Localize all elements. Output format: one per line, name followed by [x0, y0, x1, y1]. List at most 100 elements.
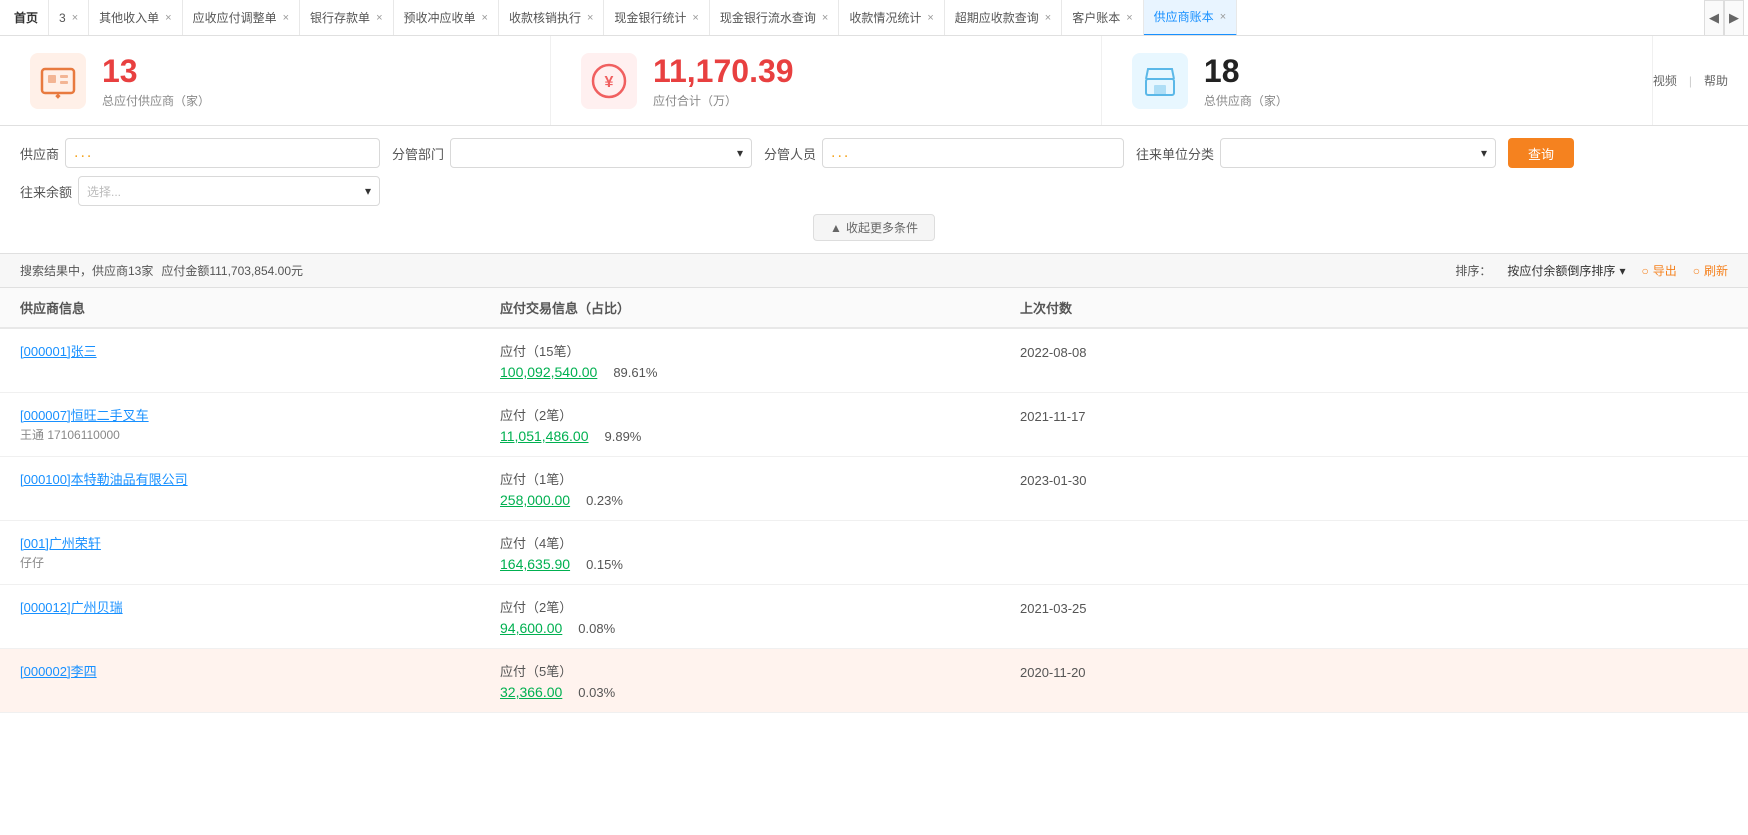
nav-tab-customer-book[interactable]: 客户账本 × — [1062, 0, 1143, 36]
nav-tab-pre-receive[interactable]: 预收冲应收单 × — [394, 0, 499, 36]
nav-tab-receipt-stat[interactable]: 收款情况统计 × — [839, 0, 944, 36]
filter-category: 往来单位分类 ▾ — [1136, 138, 1496, 168]
dept-filter-select[interactable]: ▾ — [450, 138, 752, 168]
last-pay-date: 2021-11-17 — [1020, 405, 1728, 424]
transaction-pct: 0.08% — [578, 621, 615, 636]
nav-tab-overdue-ar[interactable]: 超期应收款查询 × — [945, 0, 1062, 36]
nav-tab-cash-bank-flow[interactable]: 现金银行流水查询 × — [710, 0, 839, 36]
transaction-info: 应付（4笔） 164,635.90 0.15% — [500, 533, 1020, 572]
transaction-label: 应付（2笔） — [500, 405, 1020, 424]
cash-bank-flow-close-icon[interactable]: × — [822, 12, 828, 24]
ar-ap-adjust-close-icon[interactable]: × — [283, 12, 289, 24]
bank-deposit-close-icon[interactable]: × — [376, 12, 382, 24]
export-icon: ○ — [1641, 264, 1648, 278]
transaction-info: 应付（2笔） 94,600.00 0.08% — [500, 597, 1020, 636]
nav-tab-supplier-book[interactable]: 供应商账本 × — [1144, 0, 1237, 36]
payable-suppliers-num: 13 — [102, 52, 520, 90]
sort-select[interactable]: 按应付余额倒序排序 ▾ — [1507, 262, 1625, 279]
nav-tab-receipt-verify[interactable]: 收款核销执行 × — [499, 0, 604, 36]
nav-tab-cash-bank-stat[interactable]: 现金银行统计 × — [604, 0, 709, 36]
summary-info-total: 18 总供应商（家） — [1204, 52, 1622, 109]
header-lastpay: 上次付数 — [1020, 298, 1728, 317]
balance-filter-select[interactable]: 选择... ▾ — [78, 176, 380, 206]
overdue-ar-close-icon[interactable]: × — [1045, 12, 1051, 24]
other-income-close-icon[interactable]: × — [165, 12, 171, 24]
transaction-label: 应付（1笔） — [500, 469, 1020, 488]
customer-book-close-icon[interactable]: × — [1126, 12, 1132, 24]
svg-text:¥: ¥ — [605, 74, 614, 91]
transaction-amount[interactable]: 11,051,486.00 — [500, 428, 589, 444]
cash-bank-stat-close-icon[interactable]: × — [692, 12, 698, 24]
transaction-info: 应付（2笔） 11,051,486.00 9.89% — [500, 405, 1020, 444]
nav-tab-ar-ap-adjust[interactable]: 应收应付调整单 × — [183, 0, 300, 36]
transaction-cell: 应付（15笔） 100,092,540.00 89.61% — [500, 341, 1020, 380]
supplier-link[interactable]: [000012]广州贝瑞 — [20, 597, 500, 616]
supplier-link[interactable]: [001]广州荣轩 — [20, 533, 500, 552]
transaction-pct: 0.23% — [586, 493, 623, 508]
transaction-amount[interactable]: 94,600.00 — [500, 620, 562, 636]
transaction-cell: 应付（1笔） 258,000.00 0.23% — [500, 469, 1020, 508]
last-pay-date: 2021-03-25 — [1020, 597, 1728, 616]
receipt-stat-close-icon[interactable]: × — [927, 12, 933, 24]
filter-person: 分管人员 ... — [764, 138, 1124, 168]
store-icon — [1132, 53, 1188, 109]
transaction-amount[interactable]: 32,366.00 — [500, 684, 562, 700]
person-filter-input[interactable]: ... — [822, 138, 1124, 168]
pre-receive-label: 预收冲应收单 — [404, 9, 476, 26]
supplier-link[interactable]: [000002]李四 — [20, 661, 500, 680]
filter-supplier: 供应商 ... — [20, 138, 380, 168]
nav-arrow-left[interactable]: ◀ — [1704, 0, 1724, 36]
transaction-pct: 9.89% — [605, 429, 642, 444]
supplier-link[interactable]: [000100]本特勒油品有限公司 — [20, 469, 500, 488]
nav-tab-other-income[interactable]: 其他收入单 × — [89, 0, 182, 36]
supplier-cell: [000012]广州贝瑞 — [20, 597, 500, 616]
result-actions: 排序： 按应付余额倒序排序 ▾ ○ 导出 ○ 刷新 — [1455, 262, 1728, 279]
last-pay-date — [1020, 533, 1728, 537]
collapse-button[interactable]: ▲ 收起更多条件 — [813, 214, 935, 241]
pre-receive-close-icon[interactable]: × — [482, 12, 488, 24]
transaction-cell: 应付（5笔） 32,366.00 0.03% — [500, 661, 1020, 700]
nav-arrow-right[interactable]: ▶ — [1724, 0, 1744, 36]
filter-row-1: 供应商 ... 分管部门 ▾ 分管人员 ... 往来单位分类 ▾ 查询 — [20, 138, 1728, 168]
transaction-label: 应付（15笔） — [500, 341, 1020, 360]
dept-filter-label: 分管部门 — [392, 144, 444, 163]
summary-card-payable-suppliers: ◆ 13 总应付供应商（家） — [0, 36, 551, 125]
transaction-amount[interactable]: 164,635.90 — [500, 556, 570, 572]
data-table: 供应商信息 应付交易信息（占比） 上次付数 [000001]张三 应付（15笔）… — [0, 288, 1748, 835]
summary-card-total-suppliers: 18 总供应商（家） — [1102, 36, 1653, 125]
summary-help-area: 视频 | 帮助 — [1653, 36, 1748, 125]
sort-value: 按应付余额倒序排序 — [1507, 262, 1615, 279]
lastpay-cell — [1020, 533, 1728, 537]
transaction-row: 32,366.00 0.03% — [500, 684, 1020, 700]
export-label: 导出 — [1653, 262, 1677, 279]
transaction-amount[interactable]: 258,000.00 — [500, 492, 570, 508]
tab3-close-icon[interactable]: × — [72, 12, 78, 24]
nav-tab-home[interactable]: 首页 — [4, 0, 49, 36]
supplier-link[interactable]: [000001]张三 — [20, 341, 500, 360]
bank-deposit-label: 银行存款单 — [310, 9, 370, 26]
nav-tab-bank-deposit[interactable]: 银行存款单 × — [300, 0, 393, 36]
refresh-label: 刷新 — [1704, 262, 1728, 279]
supplier-cell: [000001]张三 — [20, 341, 500, 360]
export-button[interactable]: ○ 导出 — [1641, 262, 1676, 279]
table-row: [000012]广州贝瑞 应付（2笔） 94,600.00 0.08% 2021… — [0, 585, 1748, 649]
top-navigation: 首页 3 × 其他收入单 × 应收应付调整单 × 银行存款单 × 预收冲应收单 … — [0, 0, 1748, 36]
supplier-filter-input[interactable]: ... — [65, 138, 380, 168]
summary-bar: ◆ 13 总应付供应商（家） ¥ 11,170.39 应付合计（万） — [0, 36, 1748, 126]
transaction-amount[interactable]: 100,092,540.00 — [500, 364, 597, 380]
refresh-button[interactable]: ○ 刷新 — [1693, 262, 1728, 279]
amount-icon: ¥ — [581, 53, 637, 109]
filter-area: 供应商 ... 分管部门 ▾ 分管人员 ... 往来单位分类 ▾ 查询 — [0, 126, 1748, 254]
nav-tab-3[interactable]: 3 × — [49, 0, 89, 36]
lastpay-cell: 2022-08-08 — [1020, 341, 1728, 360]
query-button[interactable]: 查询 — [1508, 138, 1574, 168]
supplier-link[interactable]: [000007]恒旺二手叉车 — [20, 405, 500, 424]
svg-text:◆: ◆ — [55, 93, 61, 100]
collapse-chevron-icon: ▲ — [830, 221, 842, 235]
supplier-book-close-icon[interactable]: × — [1220, 11, 1226, 23]
video-link[interactable]: 视频 — [1653, 72, 1677, 89]
transaction-cell: 应付（2笔） 94,600.00 0.08% — [500, 597, 1020, 636]
receipt-verify-close-icon[interactable]: × — [587, 12, 593, 24]
category-filter-select[interactable]: ▾ — [1220, 138, 1496, 168]
help-link[interactable]: 帮助 — [1704, 72, 1728, 89]
